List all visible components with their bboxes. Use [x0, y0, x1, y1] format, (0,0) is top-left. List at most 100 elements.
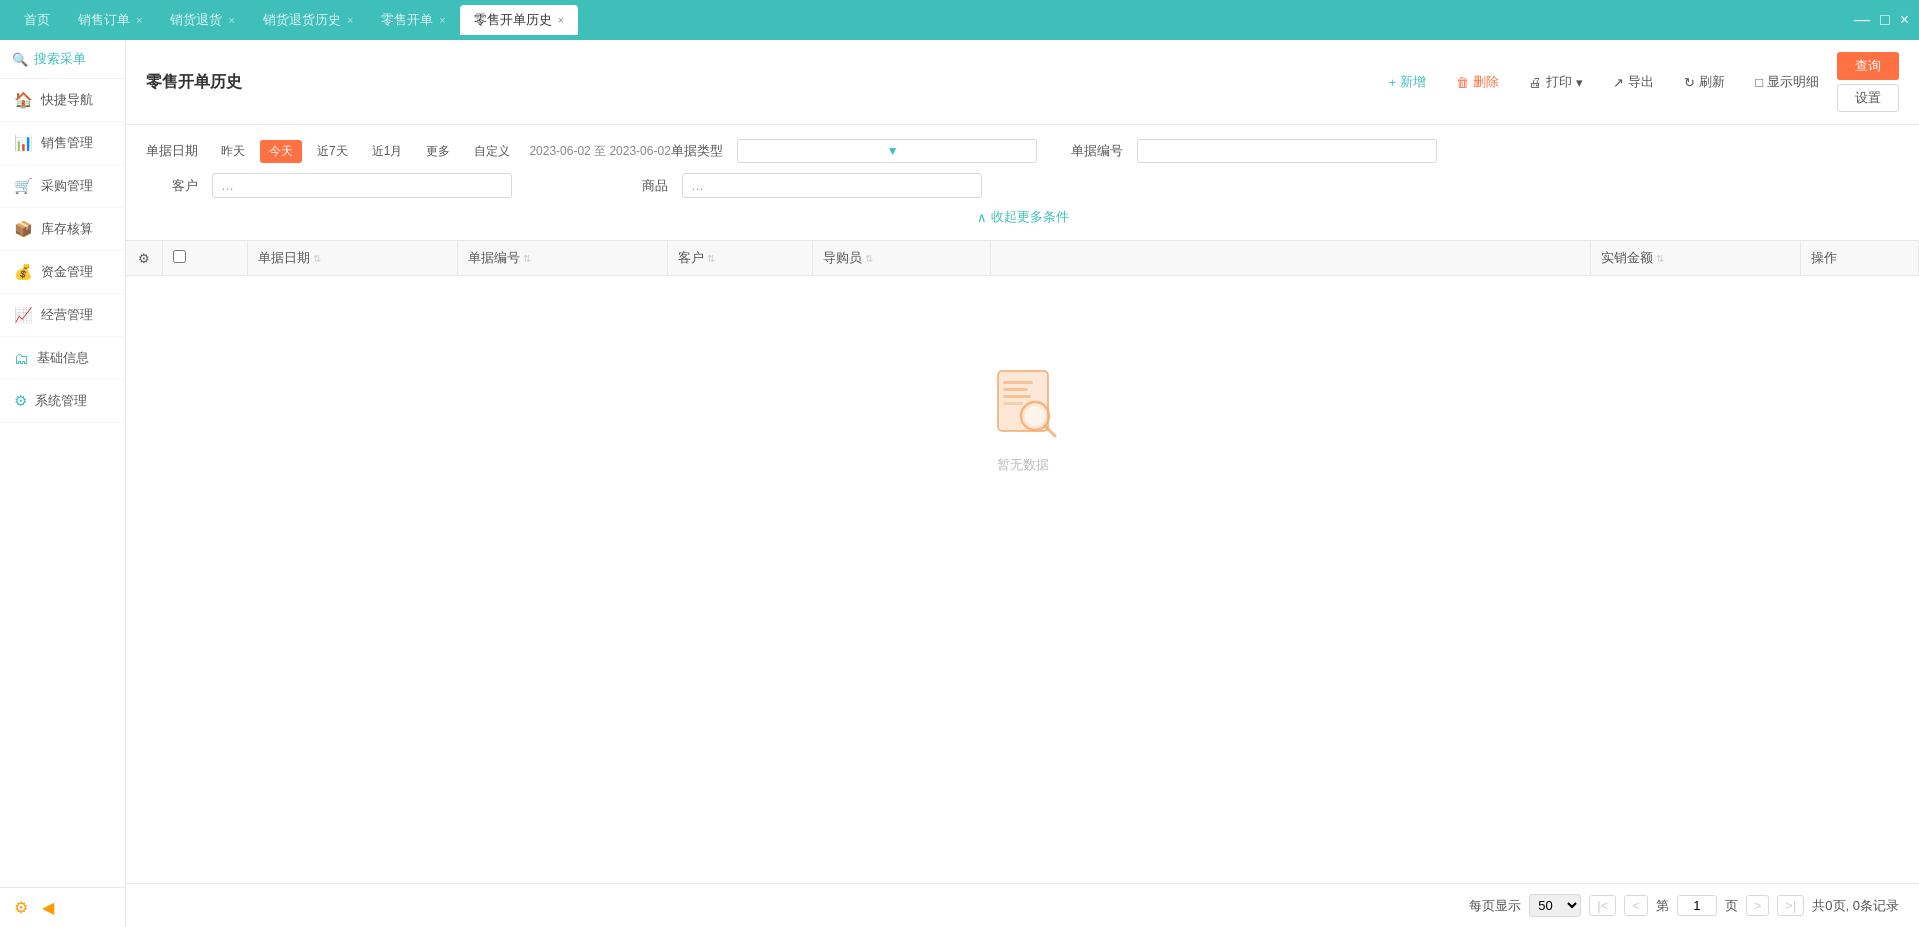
sort-date[interactable]: 单据日期 ⇅ [258, 249, 321, 267]
filter-area: 单据日期 昨天 今天 近7天 近1月 更多 自定义 2023-06-02 至 2… [126, 125, 1919, 241]
add-button[interactable]: + 新增 [1381, 69, 1435, 95]
sidebar-item-label: 基础信息 [37, 349, 89, 367]
delete-icon: 🗑 [1456, 75, 1469, 90]
tab-bar: 首页 销售订单 × 销货退货 × 销货退货历史 × 零售开单 × 零售开单历史 … [0, 0, 1919, 40]
sort-salesman[interactable]: 导购员 ⇅ [823, 249, 873, 267]
close-icon[interactable]: × [347, 14, 353, 26]
close-icon[interactable]: × [439, 14, 445, 26]
col-amount-label: 实销金额 [1601, 249, 1653, 267]
content-area: 零售开单历史 + 新增 🗑 删除 🖨 打印 ▾ [126, 40, 1919, 927]
sidebar-item-sales[interactable]: 📊 销售管理 [0, 122, 125, 165]
query-actions: 查询 设置 [1837, 52, 1899, 112]
tab-sales-order[interactable]: 销售订单 × [64, 5, 156, 35]
custom-btn[interactable]: 自定义 [465, 140, 519, 163]
close-icon[interactable]: × [228, 14, 234, 26]
prev-page-btn[interactable]: < [1624, 895, 1648, 916]
tab-home[interactable]: 首页 [10, 5, 64, 35]
customer-select[interactable]: … [212, 173, 512, 198]
select-all-checkbox[interactable] [173, 250, 186, 263]
sort-customer[interactable]: 客户 ⇅ [678, 249, 715, 267]
svg-rect-2 [1003, 388, 1028, 391]
filter-dates: 昨天 今天 近7天 近1月 更多 自定义 [212, 140, 519, 163]
sidebar-item-quick-nav[interactable]: 🏠 快捷导航 [0, 79, 125, 122]
today-btn[interactable]: 今天 [260, 140, 302, 163]
first-page-btn[interactable]: |< [1589, 895, 1616, 916]
empty-illustration [973, 356, 1073, 456]
delete-label: 删除 [1473, 73, 1499, 91]
display-icon: □ [1755, 75, 1763, 90]
print-icon: 🖨 [1529, 75, 1542, 90]
sort-no[interactable]: 单据编号 ⇅ [468, 249, 531, 267]
tab-retail-history[interactable]: 零售开单历史 × [460, 5, 578, 35]
sidebar-bottom: ⚙ ◀ [0, 887, 125, 927]
print-button[interactable]: 🖨 打印 ▾ [1521, 69, 1591, 95]
col-action: 操作 [1801, 241, 1919, 276]
sidebar-item-inventory[interactable]: 📦 库存核算 [0, 208, 125, 251]
goods-label: 商品 [616, 177, 676, 195]
inventory-icon: 📦 [14, 220, 33, 238]
base-icon: 🗂 [14, 350, 29, 367]
col-no-label: 单据编号 [468, 249, 520, 267]
sort-icon: ⇅ [313, 253, 321, 264]
col-salesman: 导购员 ⇅ [813, 241, 991, 276]
query-button[interactable]: 查询 [1837, 52, 1899, 80]
add-icon: + [1389, 75, 1397, 90]
svg-rect-1 [1003, 381, 1033, 384]
refresh-button[interactable]: ↻ 刷新 [1676, 69, 1733, 95]
order-type-select[interactable]: ▼ [737, 139, 1037, 163]
last1month-btn[interactable]: 近1月 [363, 140, 412, 163]
sidebar-item-base[interactable]: 🗂 基础信息 [0, 337, 125, 380]
settings-bottom-icon[interactable]: ⚙ [14, 898, 28, 917]
home-icon: 🏠 [14, 91, 33, 109]
last-page-btn[interactable]: >| [1777, 895, 1804, 916]
page-header: 零售开单历史 + 新增 🗑 删除 🖨 打印 ▾ [126, 40, 1919, 125]
delete-button[interactable]: 🗑 删除 [1448, 69, 1507, 95]
purchase-icon: 🛒 [14, 177, 33, 195]
collapse-row: ∧ 收起更多条件 [146, 208, 1899, 232]
settings-button[interactable]: 设置 [1837, 84, 1899, 112]
collapse-button[interactable]: ∧ 收起更多条件 [977, 208, 1069, 226]
col-checkbox[interactable] [162, 241, 247, 276]
sort-amount[interactable]: 实销金额 ⇅ [1601, 249, 1664, 267]
search-icon: 🔍 [12, 52, 28, 67]
sales-icon: 📊 [14, 134, 33, 152]
sidebar-item-purchase[interactable]: 🛒 采购管理 [0, 165, 125, 208]
close-icon[interactable]: × [136, 14, 142, 26]
sidebar-item-system[interactable]: ⚙ 系统管理 [0, 380, 125, 423]
order-no-input[interactable] [1137, 139, 1437, 163]
page-number-input[interactable] [1677, 895, 1717, 916]
sidebar-item-label: 销售管理 [41, 134, 93, 152]
next-page-btn[interactable]: > [1746, 895, 1770, 916]
table-area: ⚙ 单据日期 ⇅ 单据编号 ⇅ [126, 241, 1919, 883]
col-action-label: 操作 [1811, 250, 1837, 265]
sidebar: 🔍 搜索采单 🏠 快捷导航 📊 销售管理 🛒 采购管理 📦 库存核算 💰 资金管… [0, 40, 126, 927]
svg-rect-3 [1003, 395, 1031, 398]
main-layout: 🔍 搜索采单 🏠 快捷导航 📊 销售管理 🛒 采购管理 📦 库存核算 💰 资金管… [0, 40, 1919, 927]
minimize-icon[interactable]: — [1854, 11, 1870, 29]
sidebar-search[interactable]: 🔍 搜索采单 [0, 40, 125, 79]
collapse-sidebar-icon[interactable]: ◀ [42, 898, 54, 917]
yesterday-btn[interactable]: 昨天 [212, 140, 254, 163]
export-button[interactable]: ↗ 导出 [1605, 69, 1662, 95]
col-settings[interactable]: ⚙ [126, 241, 162, 276]
dropdown-arrow-icon: ▼ [887, 144, 1028, 158]
order-type-label: 单据类型 [671, 142, 731, 160]
sidebar-item-finance[interactable]: 💰 资金管理 [0, 251, 125, 294]
last7days-btn[interactable]: 近7天 [308, 140, 357, 163]
more-btn[interactable]: 更多 [417, 140, 459, 163]
add-label: 新增 [1400, 73, 1426, 91]
col-customer: 客户 ⇅ [668, 241, 813, 276]
goods-select[interactable]: … [682, 173, 982, 198]
close-icon[interactable]: × [558, 14, 564, 26]
chevron-up-icon: ∧ [977, 210, 987, 225]
tab-retail-order[interactable]: 零售开单 × [367, 5, 459, 35]
tab-label: 销货退货历史 [263, 11, 341, 29]
tab-return[interactable]: 销货退货 × [156, 5, 248, 35]
display-detail-button[interactable]: □ 显示明细 [1747, 69, 1827, 95]
sidebar-item-operations[interactable]: 📈 经营管理 [0, 294, 125, 337]
maximize-icon[interactable]: □ [1880, 11, 1890, 29]
sidebar-item-label: 经营管理 [41, 306, 93, 324]
close-window-icon[interactable]: × [1900, 11, 1909, 29]
per-page-select[interactable]: 50 100 200 [1529, 894, 1581, 917]
tab-return-history[interactable]: 销货退货历史 × [249, 5, 367, 35]
